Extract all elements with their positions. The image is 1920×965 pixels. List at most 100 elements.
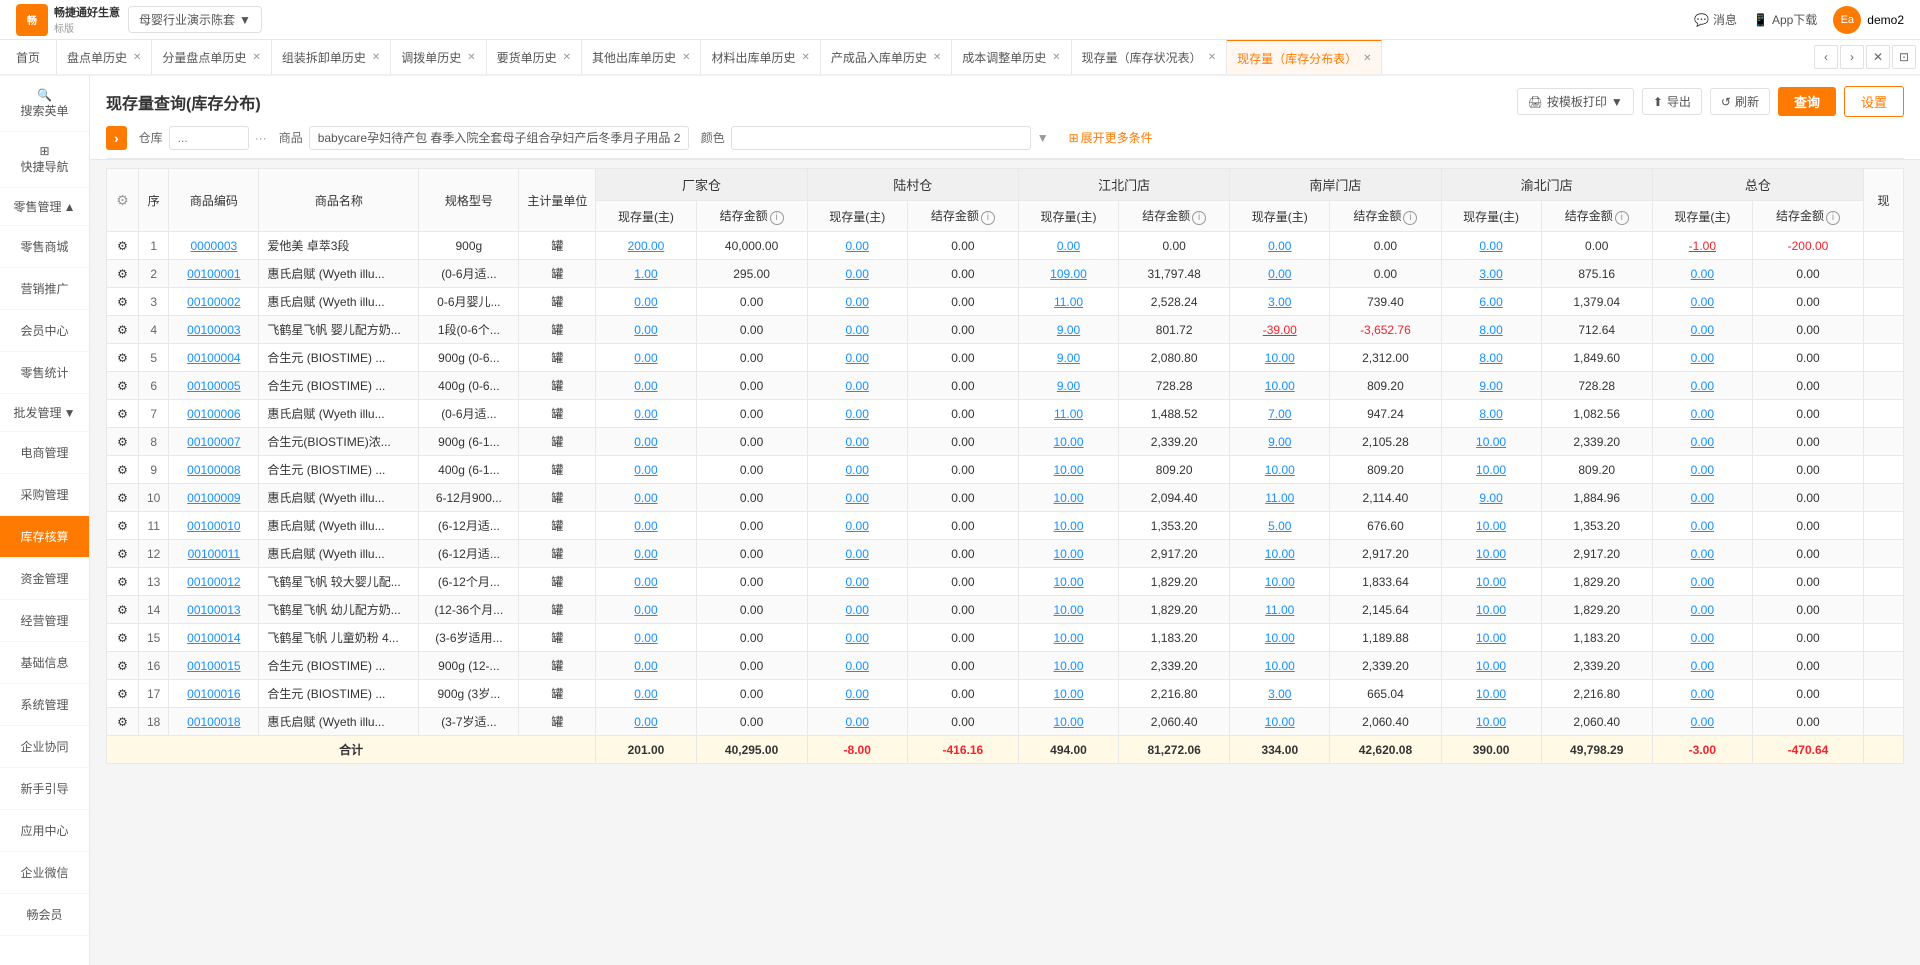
row-yubeimen-stock[interactable]: 9.00	[1441, 372, 1541, 400]
row-code[interactable]: 00100010	[169, 512, 259, 540]
sidebar-item-basic-info[interactable]: 基础信息	[0, 642, 89, 684]
row-total-stock[interactable]: 0.00	[1652, 624, 1752, 652]
row-yubeimen-stock[interactable]: 10.00	[1441, 540, 1541, 568]
row-jiangbei-stock[interactable]: 9.00	[1018, 344, 1118, 372]
row-nanao-stock[interactable]: 5.00	[1230, 512, 1330, 540]
row-lushan-stock[interactable]: 0.00	[807, 400, 907, 428]
sidebar-item-guide[interactable]: 新手引导	[0, 768, 89, 810]
sidebar-item-enterprise[interactable]: 企业协同	[0, 726, 89, 768]
row-factory-stock[interactable]: 0.00	[596, 568, 696, 596]
row-factory-stock[interactable]: 200.00	[596, 232, 696, 260]
row-code[interactable]: 00100015	[169, 652, 259, 680]
row-yubeimen-stock[interactable]: 10.00	[1441, 652, 1541, 680]
sidebar-item-member[interactable]: 会员中心	[0, 310, 89, 352]
table-container[interactable]: ⚙ 序 商品编码 商品名称 规格型号 主计量单位 厂家仓 陆村仓 江北门店 南岸…	[90, 160, 1920, 965]
gear-cell[interactable]: ⚙	[107, 344, 139, 372]
row-lushan-stock[interactable]: 0.00	[807, 288, 907, 316]
sidebar-item-finance[interactable]: 资金管理	[0, 558, 89, 600]
row-code[interactable]: 00100006	[169, 400, 259, 428]
row-code[interactable]: 00100001	[169, 260, 259, 288]
row-factory-stock[interactable]: 0.00	[596, 596, 696, 624]
row-total-stock[interactable]: 0.00	[1652, 344, 1752, 372]
row-nanao-stock[interactable]: 10.00	[1230, 540, 1330, 568]
row-jiangbei-stock[interactable]: 10.00	[1018, 456, 1118, 484]
row-total-stock[interactable]: 0.00	[1652, 568, 1752, 596]
row-nanao-stock[interactable]: 10.00	[1230, 652, 1330, 680]
app-action[interactable]: 📱 App下载	[1753, 11, 1817, 28]
row-nanao-stock[interactable]: 7.00	[1230, 400, 1330, 428]
color-input[interactable]	[731, 126, 1031, 150]
color-dropdown-icon[interactable]: ▼	[1037, 131, 1049, 145]
row-factory-stock[interactable]: 0.00	[596, 652, 696, 680]
gear-cell[interactable]: ⚙	[107, 232, 139, 260]
row-yubeimen-stock[interactable]: 10.00	[1441, 596, 1541, 624]
row-total-stock[interactable]: 0.00	[1652, 428, 1752, 456]
row-jiangbei-stock[interactable]: 11.00	[1018, 288, 1118, 316]
row-lushan-stock[interactable]: 0.00	[807, 316, 907, 344]
row-code[interactable]: 00100009	[169, 484, 259, 512]
gear-cell[interactable]: ⚙	[107, 708, 139, 736]
row-factory-stock[interactable]: 0.00	[596, 624, 696, 652]
row-lushan-stock[interactable]: 0.00	[807, 456, 907, 484]
tab-cailiao[interactable]: 材料出库单历史 ✕	[701, 40, 820, 75]
sidebar-item-ops[interactable]: 经营管理	[0, 600, 89, 642]
sidebar-item-quick-nav[interactable]: ⊞ 快捷导航	[0, 132, 89, 188]
row-yubeimen-stock[interactable]: 8.00	[1441, 344, 1541, 372]
tab-prev[interactable]: ‹	[1814, 45, 1838, 69]
store-selector[interactable]: 母婴行业演示陈套 ▼	[128, 6, 262, 33]
row-jiangbei-stock[interactable]: 9.00	[1018, 372, 1118, 400]
row-nanao-stock[interactable]: 10.00	[1230, 624, 1330, 652]
gear-cell[interactable]: ⚙	[107, 540, 139, 568]
row-nanao-stock[interactable]: 11.00	[1230, 596, 1330, 624]
row-nanao-stock[interactable]: 0.00	[1230, 232, 1330, 260]
row-yubeimen-stock[interactable]: 3.00	[1441, 260, 1541, 288]
row-lushan-stock[interactable]: 0.00	[807, 596, 907, 624]
tab-close-chengpin[interactable]: ✕	[933, 52, 941, 63]
settings-col-header[interactable]: ⚙	[107, 169, 139, 232]
sidebar-item-ecommerce[interactable]: 电商管理	[0, 432, 89, 474]
tab-home[interactable]: 首页	[0, 40, 57, 75]
gear-cell[interactable]: ⚙	[107, 288, 139, 316]
gear-cell[interactable]: ⚙	[107, 484, 139, 512]
sidebar-item-system[interactable]: 系统管理	[0, 684, 89, 726]
tab-close-yaohuo[interactable]: ✕	[563, 52, 571, 63]
gear-cell[interactable]: ⚙	[107, 512, 139, 540]
row-lushan-stock[interactable]: 0.00	[807, 484, 907, 512]
row-code[interactable]: 00100016	[169, 680, 259, 708]
tab-kucun-zhuangkuang[interactable]: 现存量（库存状况表） ✕	[1072, 40, 1227, 75]
row-total-stock[interactable]: 0.00	[1652, 400, 1752, 428]
row-total-stock[interactable]: 0.00	[1652, 260, 1752, 288]
row-lushan-stock[interactable]: 0.00	[807, 372, 907, 400]
row-factory-stock[interactable]: 0.00	[596, 316, 696, 344]
gear-cell[interactable]: ⚙	[107, 456, 139, 484]
row-nanao-stock[interactable]: 10.00	[1230, 708, 1330, 736]
row-code[interactable]: 00100005	[169, 372, 259, 400]
export-button[interactable]: ⬆ 导出	[1642, 88, 1702, 115]
row-yubeimen-stock[interactable]: 10.00	[1441, 428, 1541, 456]
expand-toggle[interactable]: ›	[106, 126, 127, 150]
row-jiangbei-stock[interactable]: 11.00	[1018, 400, 1118, 428]
row-factory-stock[interactable]: 0.00	[596, 708, 696, 736]
row-total-stock[interactable]: 0.00	[1652, 288, 1752, 316]
row-code[interactable]: 00100007	[169, 428, 259, 456]
tab-diaopo[interactable]: 调拨单历史 ✕	[391, 40, 486, 75]
row-total-stock[interactable]: 0.00	[1652, 316, 1752, 344]
row-lushan-stock[interactable]: 0.00	[807, 624, 907, 652]
row-jiangbei-stock[interactable]: 0.00	[1018, 232, 1118, 260]
row-total-stock[interactable]: 0.00	[1652, 708, 1752, 736]
gear-cell[interactable]: ⚙	[107, 652, 139, 680]
sidebar-item-inventory[interactable]: 库存核算	[0, 516, 89, 558]
tab-close-diaopo[interactable]: ✕	[467, 52, 475, 63]
row-jiangbei-stock[interactable]: 10.00	[1018, 540, 1118, 568]
row-jiangbei-stock[interactable]: 10.00	[1018, 428, 1118, 456]
row-nanao-stock[interactable]: 11.00	[1230, 484, 1330, 512]
tab-close-pandian[interactable]: ✕	[133, 52, 141, 63]
row-total-stock[interactable]: 0.00	[1652, 680, 1752, 708]
expand-conditions[interactable]: ⊞ 展开更多条件	[1061, 125, 1161, 150]
row-jiangbei-stock[interactable]: 10.00	[1018, 568, 1118, 596]
row-total-stock[interactable]: 0.00	[1652, 540, 1752, 568]
row-factory-stock[interactable]: 0.00	[596, 400, 696, 428]
gear-cell[interactable]: ⚙	[107, 624, 139, 652]
gear-cell[interactable]: ⚙	[107, 596, 139, 624]
row-total-stock[interactable]: 0.00	[1652, 372, 1752, 400]
